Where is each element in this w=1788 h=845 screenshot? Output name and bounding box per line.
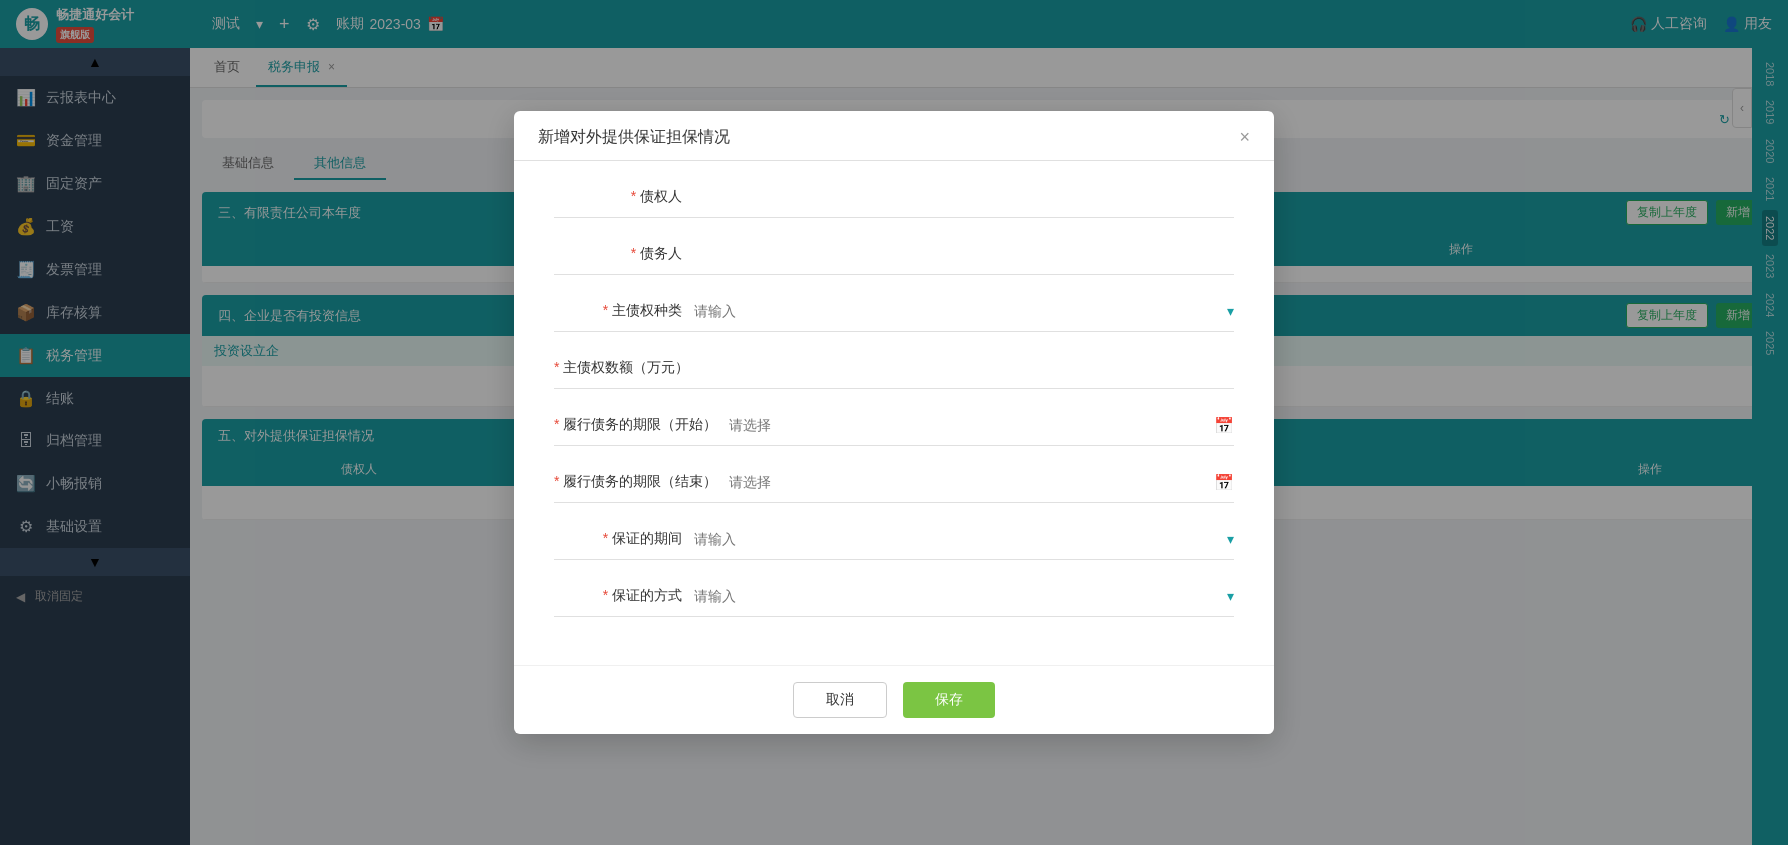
- form-group-creditor: * 债权人: [554, 185, 1234, 218]
- label-perform-end: * 履行债务的期限（结束）: [554, 473, 729, 491]
- form-group-guarantee-method: * 保证的方式 ▾: [554, 584, 1234, 617]
- chevron-down-icon[interactable]: ▾: [1227, 531, 1234, 547]
- required-mark: *: [603, 587, 608, 603]
- select-wrapper-claim-type: ▾: [694, 299, 1234, 323]
- label-guarantee-method: * 保证的方式: [554, 587, 694, 605]
- label-creditor: * 债权人: [554, 188, 694, 206]
- dialog-header: 新增对外提供保证担保情况 ×: [514, 111, 1274, 161]
- dialog-close-button[interactable]: ×: [1239, 127, 1250, 148]
- add-guarantee-dialog: 新增对外提供保证担保情况 × * 债权人 * 债务人: [514, 111, 1274, 734]
- chevron-down-icon[interactable]: ▾: [1227, 588, 1234, 604]
- required-mark: *: [631, 188, 636, 204]
- cancel-button[interactable]: 取消: [793, 682, 887, 718]
- input-perform-start[interactable]: [729, 413, 1214, 437]
- input-perform-end[interactable]: [729, 470, 1214, 494]
- form-group-perform-start: * 履行债务的期限（开始） 📅: [554, 413, 1234, 446]
- input-claim-amount[interactable]: [701, 356, 1234, 380]
- date-wrapper-perform-end: 📅: [729, 470, 1234, 494]
- save-button[interactable]: 保存: [903, 682, 995, 718]
- calendar-icon[interactable]: 📅: [1214, 473, 1234, 492]
- label-claim-amount: * 主债权数额（万元）: [554, 359, 701, 377]
- date-wrapper-perform-start: 📅: [729, 413, 1234, 437]
- form-group-perform-end: * 履行债务的期限（结束） 📅: [554, 470, 1234, 503]
- dialog-footer: 取消 保存: [514, 665, 1274, 734]
- label-claim-type: * 主债权种类: [554, 302, 694, 320]
- input-debtor[interactable]: [694, 242, 1234, 266]
- input-guarantee-period[interactable]: [694, 527, 1227, 551]
- required-mark: *: [631, 245, 636, 261]
- modal-overlay[interactable]: 新增对外提供保证担保情况 × * 债权人 * 债务人: [0, 0, 1788, 845]
- input-claim-type[interactable]: [694, 299, 1227, 323]
- calendar-icon[interactable]: 📅: [1214, 416, 1234, 435]
- required-mark: *: [554, 473, 559, 489]
- select-wrapper-guarantee-method: ▾: [694, 584, 1234, 608]
- dialog-title: 新增对外提供保证担保情况: [538, 127, 730, 148]
- required-mark: *: [603, 302, 608, 318]
- select-wrapper-guarantee-period: ▾: [694, 527, 1234, 551]
- form-group-claim-type: * 主债权种类 ▾: [554, 299, 1234, 332]
- input-creditor[interactable]: [694, 185, 1234, 209]
- label-guarantee-period: * 保证的期间: [554, 530, 694, 548]
- form-group-claim-amount: * 主债权数额（万元）: [554, 356, 1234, 389]
- form-group-debtor: * 债务人: [554, 242, 1234, 275]
- label-debtor: * 债务人: [554, 245, 694, 263]
- dialog-body: * 债权人 * 债务人 * 主债权种类: [514, 161, 1274, 665]
- required-mark: *: [554, 416, 559, 432]
- required-mark: *: [554, 359, 559, 375]
- input-guarantee-method[interactable]: [694, 584, 1227, 608]
- form-group-guarantee-period: * 保证的期间 ▾: [554, 527, 1234, 560]
- chevron-down-icon[interactable]: ▾: [1227, 303, 1234, 319]
- label-perform-start: * 履行债务的期限（开始）: [554, 416, 729, 434]
- required-mark: *: [603, 530, 608, 546]
